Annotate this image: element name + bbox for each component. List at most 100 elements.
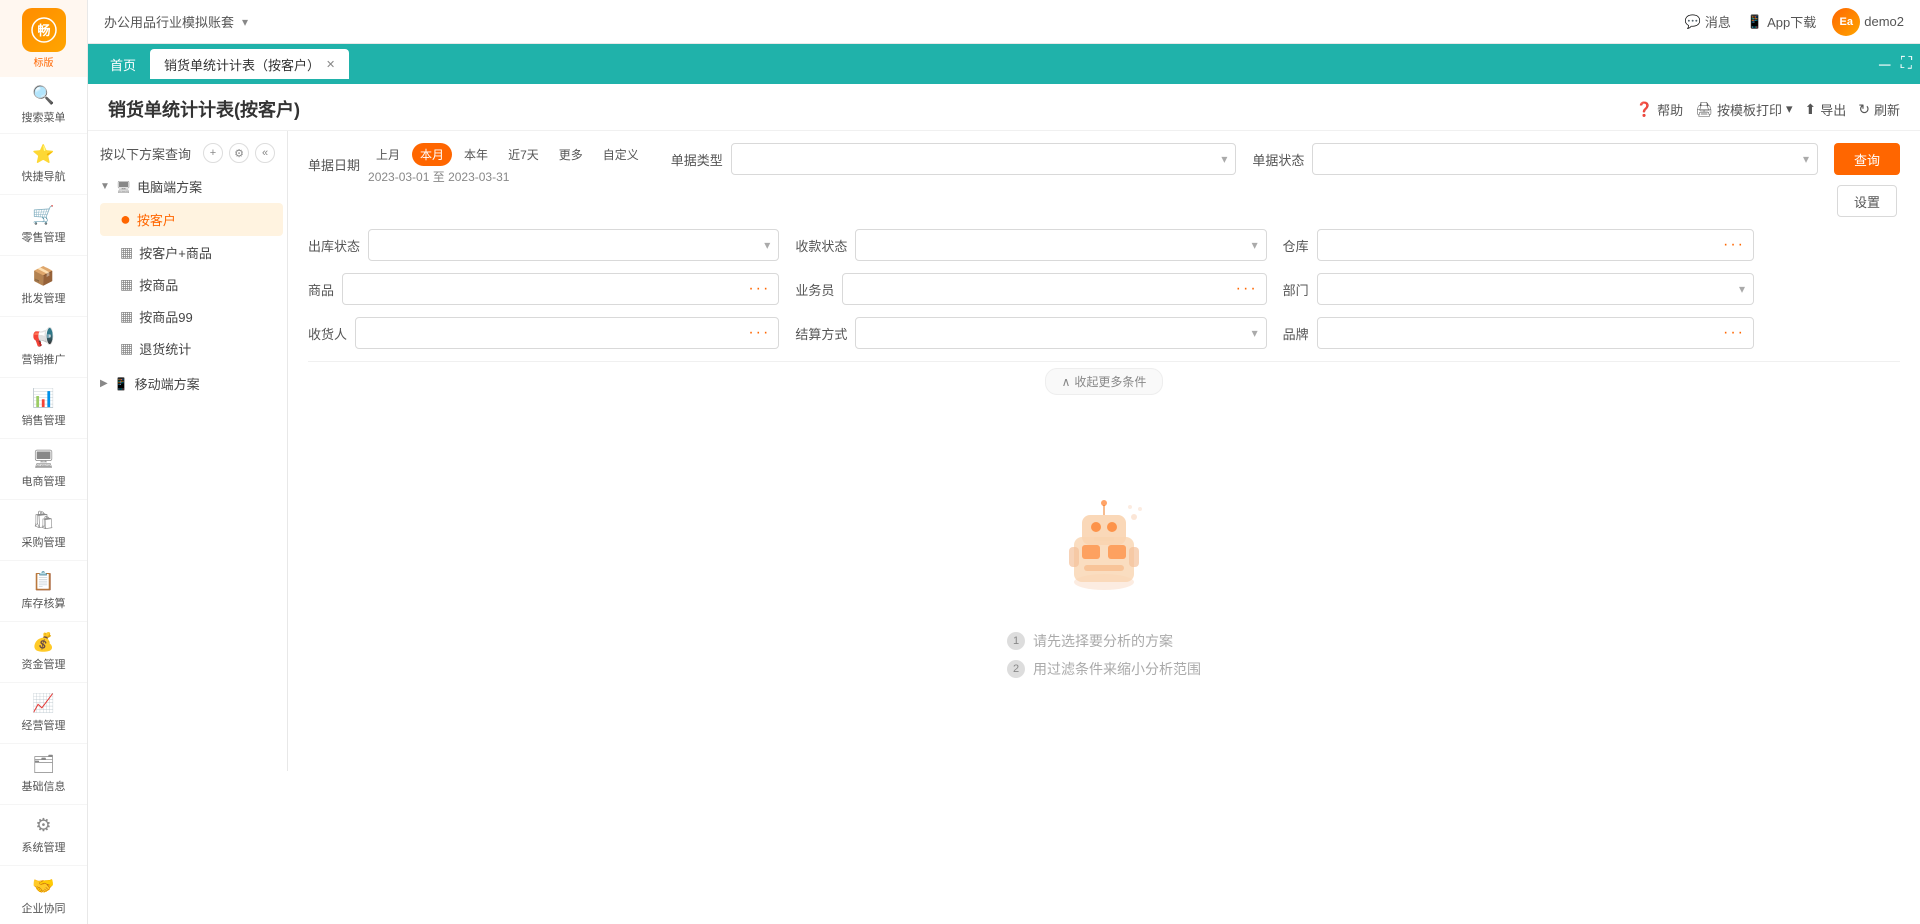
settings-button[interactable]: 设置 — [1837, 185, 1897, 217]
sidebar-label-basic: 基础信息 — [22, 778, 66, 794]
sidebar-item-wholesale[interactable]: 📦 批发管理 — [0, 256, 87, 317]
date-range: 2023-03-01 至 2023-03-31 — [368, 168, 655, 185]
query-action-col: 查询 设置 — [1834, 143, 1900, 217]
sidebar-item-search[interactable]: 🔍 搜索菜单 — [0, 77, 87, 134]
date-tab-this-month[interactable]: 本月 — [412, 143, 452, 166]
scheme-collapse-btn[interactable]: « — [255, 143, 275, 163]
group-arrow-mobile: ▶ — [100, 378, 108, 389]
query-button[interactable]: 查询 — [1834, 143, 1900, 175]
tab-sales-stat-label: 销货单统计计表（按客户） — [164, 55, 320, 74]
top-bar-dropdown-icon[interactable]: ▾ — [242, 15, 248, 29]
date-tab-custom[interactable]: 自定义 — [595, 143, 647, 166]
scheme-item-return-stat[interactable]: ▦ 退货统计 — [100, 333, 283, 364]
tab-home[interactable]: 首页 — [96, 49, 150, 79]
sidebar-item-enterprise[interactable]: 🤝 企业协同 — [0, 866, 87, 924]
print-dropdown-icon[interactable]: ▾ — [1786, 101, 1793, 117]
message-btn[interactable]: 💬 消息 — [1685, 12, 1731, 31]
sidebar-item-purchase[interactable]: 🛍 采购管理 — [0, 500, 87, 561]
app-download-btn[interactable]: 📱 App下载 — [1747, 12, 1816, 31]
sidebar-item-sales[interactable]: 📊 销售管理 — [0, 378, 87, 439]
tab-home-label: 首页 — [110, 55, 136, 74]
department-select[interactable]: ▾ — [1317, 273, 1754, 305]
scheme-settings-btn[interactable]: ⚙ — [229, 143, 249, 163]
brand-label: 品牌 — [1283, 324, 1309, 343]
order-status-select[interactable]: ▾ — [1312, 143, 1818, 175]
app-subtitle: 标版 — [34, 54, 54, 69]
empty-hint-2: 2 用过滤条件来缩小分析范围 — [1007, 659, 1201, 679]
print-icon: 🖨 — [1695, 101, 1713, 118]
hint-num-1: 1 — [1007, 632, 1025, 650]
ecommerce-icon: 🖥 — [32, 449, 55, 470]
scheme-item-by-customer[interactable]: ● 按客户 — [100, 203, 283, 236]
app-download-label: App下载 — [1767, 12, 1816, 31]
top-bar-title: 办公用品行业模拟账套 — [104, 12, 234, 31]
scheme-group-pc-title[interactable]: ▼ 🖥 电脑端方案 — [88, 171, 287, 202]
download-icon: 📱 — [1747, 14, 1763, 30]
date-tab-more[interactable]: 更多 — [551, 143, 591, 166]
settlement-select[interactable]: ▾ — [855, 317, 1266, 349]
sidebar-item-finance[interactable]: 💰 资金管理 — [0, 622, 87, 683]
scheme-header-actions: + ⚙ « — [203, 143, 275, 163]
sidebar-item-retail[interactable]: 🛒 零售管理 — [0, 195, 87, 256]
page-content: 销货单统计计表(按客户) ❓ 帮助 🖨 按模板打印 ▾ ⬆ 导出 — [88, 84, 1920, 924]
page-title: 销货单统计计表(按客户) — [108, 96, 300, 122]
scheme-item-by-goods[interactable]: ▦ 按商品 — [100, 269, 283, 300]
scheme-item-by-goods-icon: ▦ — [120, 276, 133, 293]
avatar-text: Ea — [1840, 16, 1853, 28]
tab-close-icon[interactable]: ✕ — [326, 58, 335, 71]
out-status-dropdown-icon: ▾ — [764, 238, 770, 252]
out-status-select[interactable]: ▾ — [368, 229, 779, 261]
sidebar-label-system: 系统管理 — [22, 839, 66, 855]
refresh-icon: ↻ — [1858, 101, 1870, 118]
sidebar-item-ecommerce[interactable]: 🖥 电商管理 — [0, 439, 87, 500]
hint-text-2: 用过滤条件来缩小分析范围 — [1033, 659, 1201, 679]
print-btn[interactable]: 🖨 按模板打印 ▾ — [1695, 100, 1792, 119]
payment-status-select[interactable]: ▾ — [855, 229, 1266, 261]
tab-maximize-icon[interactable]: ⛶ — [1901, 55, 1912, 73]
out-status-label: 出库状态 — [308, 236, 360, 255]
brand-dots-icon: ··· — [1723, 324, 1745, 342]
scheme-group-mobile-title[interactable]: ▶ 📱 移动端方案 — [88, 368, 287, 399]
sidebar-item-marketing[interactable]: 📢 营销推广 — [0, 317, 87, 378]
retail-icon: 🛒 — [32, 205, 54, 226]
salesperson-dots-icon: ··· — [1236, 280, 1258, 298]
sidebar-item-quick-nav[interactable]: ⭐ 快捷导航 — [0, 134, 87, 195]
sidebar-item-operation[interactable]: 📈 经营管理 — [0, 683, 87, 744]
help-btn[interactable]: ❓ 帮助 — [1636, 100, 1683, 119]
sidebar-item-system[interactable]: ⚙ 系统管理 — [0, 805, 87, 866]
scheme-add-btn[interactable]: + — [203, 143, 223, 163]
operation-icon: 📈 — [32, 693, 54, 714]
export-btn[interactable]: ⬆ 导出 — [1805, 100, 1847, 119]
sidebar-label-quick-nav: 快捷导航 — [22, 168, 66, 184]
tab-sales-stat[interactable]: 销货单统计计表（按客户） ✕ — [150, 49, 349, 79]
collapse-btn[interactable]: ∧ 收起更多条件 — [1045, 368, 1164, 395]
salesperson-select[interactable]: ··· — [842, 273, 1266, 305]
brand-select[interactable]: ··· — [1317, 317, 1754, 349]
tab-bar-right: － ⛶ — [1877, 52, 1912, 76]
export-label: 导出 — [1820, 100, 1846, 119]
sidebar-item-inventory[interactable]: 📋 库存核算 — [0, 561, 87, 622]
date-tab-last-month[interactable]: 上月 — [368, 143, 408, 166]
inventory-icon: 📋 — [32, 571, 54, 592]
date-tab-this-year[interactable]: 本年 — [456, 143, 496, 166]
order-type-select[interactable]: ▾ — [731, 143, 1237, 175]
main-area: 办公用品行业模拟账套 ▾ 💬 消息 📱 App下载 Ea demo2 首页 — [88, 0, 1920, 924]
receiver-select[interactable]: ··· — [355, 317, 779, 349]
date-tab-7days[interactable]: 近7天 — [500, 143, 547, 166]
tab-bar: 首页 销货单统计计表（按客户） ✕ － ⛶ — [88, 44, 1920, 84]
warehouse-select[interactable]: ··· — [1317, 229, 1754, 261]
sidebar-item-basic[interactable]: 🗂 基础信息 — [0, 744, 87, 805]
refresh-btn[interactable]: ↻ 刷新 — [1858, 100, 1900, 119]
scheme-group-pc: ▼ 🖥 电脑端方案 ● 按客户 ▦ 按客户+商品 — [88, 171, 287, 364]
empty-illustration — [1044, 487, 1164, 607]
goods-label: 商品 — [308, 280, 334, 299]
message-icon: 💬 — [1685, 14, 1701, 30]
goods-select[interactable]: ··· — [342, 273, 779, 305]
tab-minimize-icon[interactable]: － — [1877, 52, 1893, 76]
scheme-item-by-goods-99[interactable]: ▦ 按商品99 — [100, 301, 283, 332]
scheme-item-by-customer-goods[interactable]: ▦ 按客户+商品 — [100, 237, 283, 268]
print-label: 按模板打印 — [1717, 100, 1782, 119]
filter-area: 单据日期 上月 本月 本年 近7天 更多 自定义 — [288, 131, 1920, 771]
user-profile-btn[interactable]: Ea demo2 — [1832, 8, 1904, 36]
sidebar-label-finance: 资金管理 — [22, 656, 66, 672]
